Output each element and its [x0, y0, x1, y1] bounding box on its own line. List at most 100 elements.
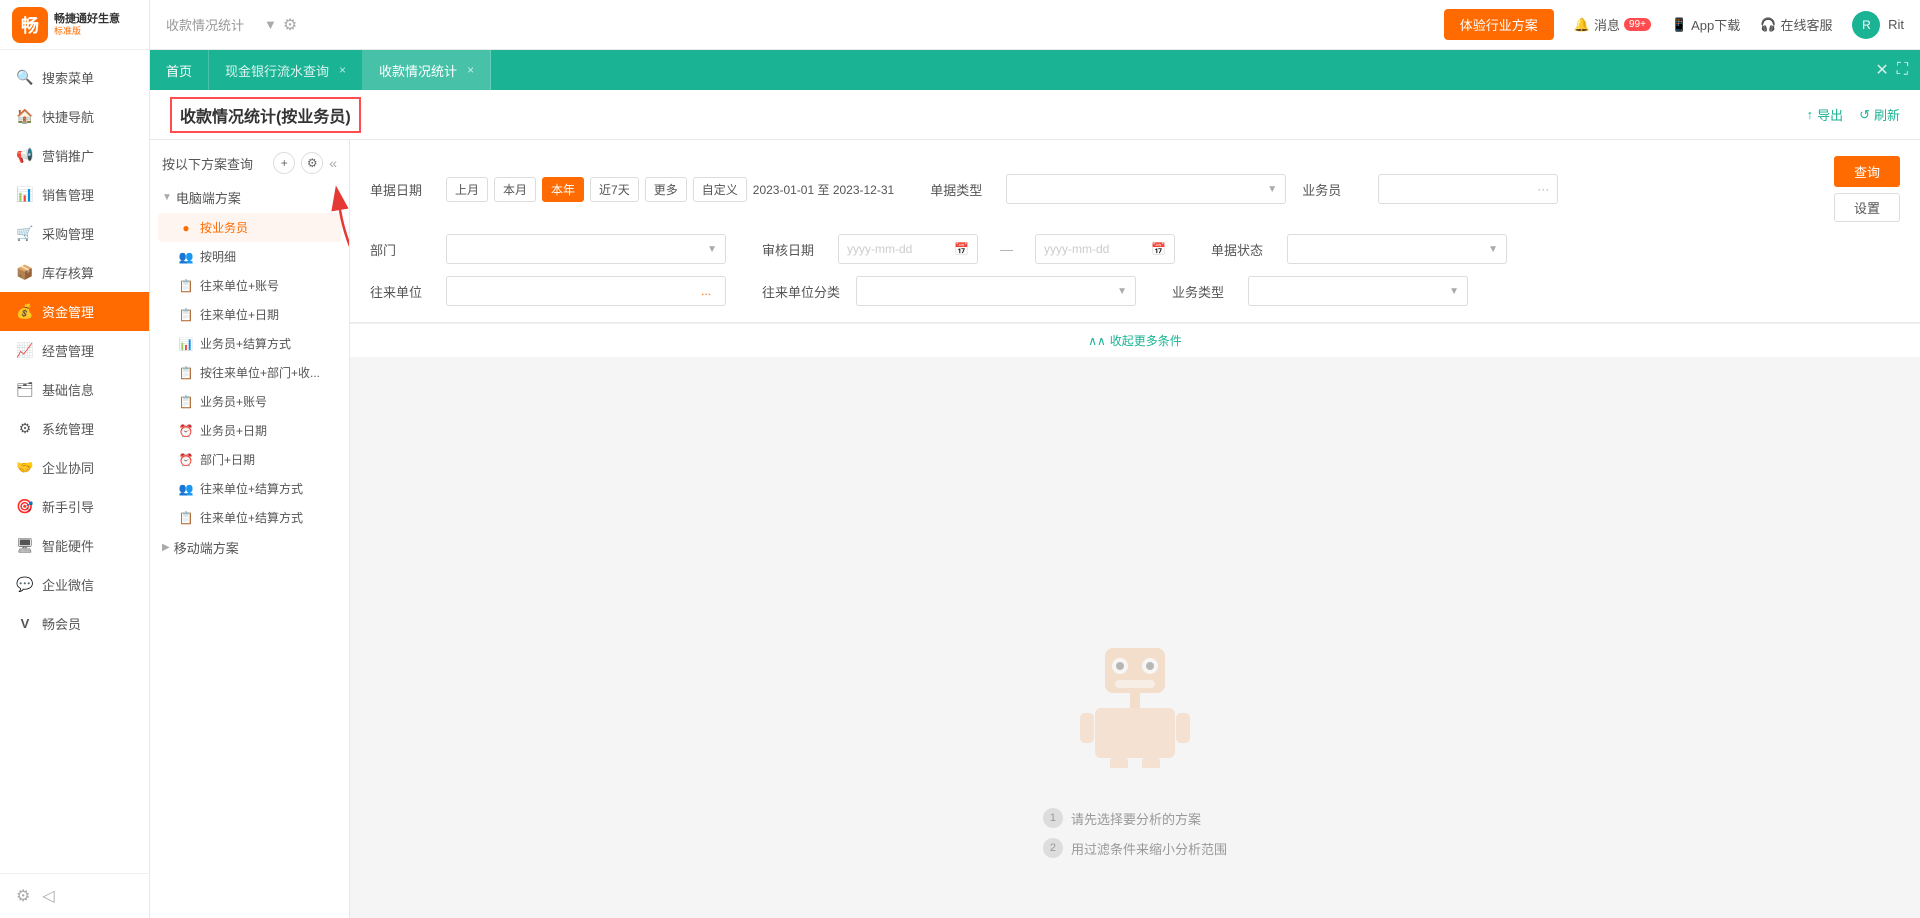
dept-arrow: ▼: [707, 244, 717, 255]
inventory-icon: 📦: [16, 264, 34, 282]
scheme-item-salesperson-settle[interactable]: 📊 业务员+结算方式: [158, 329, 341, 358]
sidebar-item-smart-hw[interactable]: 🖥 智能硬件: [0, 526, 149, 565]
export-btn[interactable]: ↑ 导出: [1807, 105, 1844, 124]
date-quick-buttons: 上月 本月 本年 近7天 更多 自定义 2023-01-01 至 2023-12…: [446, 177, 894, 202]
refresh-btn[interactable]: ↺ 刷新: [1859, 105, 1900, 124]
scheme-item-by-salesperson[interactable]: ● 按业务员: [158, 213, 341, 242]
query-btn[interactable]: 查询: [1834, 156, 1900, 187]
scheme-item-partner-settle1[interactable]: 👥 往来单位+结算方式: [158, 474, 341, 503]
partner-category-select[interactable]: ▼: [856, 276, 1136, 306]
scheme-settings-btn[interactable]: ⚙: [301, 152, 323, 174]
dept-select[interactable]: ▼: [446, 234, 726, 264]
sidebar-item-member[interactable]: V 畅会员: [0, 604, 149, 643]
user-avatar[interactable]: R Rit: [1852, 11, 1904, 39]
export-icon: ↑: [1807, 107, 1814, 122]
biz-type-select[interactable]: ▼: [1248, 276, 1468, 306]
tab-fullscreen-icon[interactable]: ⛶: [1897, 61, 1908, 79]
review-date-label: 审核日期: [762, 240, 822, 259]
sidebar-item-search-menu[interactable]: 🔍 搜索菜单: [0, 58, 149, 97]
sidebar-item-quick-nav[interactable]: 🏠 快捷导航: [0, 97, 149, 136]
page-title: 收款情况统计(按业务员): [170, 97, 361, 133]
setting-btn[interactable]: 设置: [1834, 193, 1900, 222]
desktop-group-header[interactable]: ▼ 电脑端方案: [158, 182, 341, 213]
scheme-item-dept-date[interactable]: ⏰ 部门+日期: [158, 445, 341, 474]
scheme-item-icon-sp-date: ⏰: [178, 423, 194, 439]
app-logo-icon: 畅: [12, 7, 48, 43]
review-date-end[interactable]: yyyy-mm-dd 📅: [1035, 234, 1175, 264]
mobile-group-header[interactable]: ▶ 移动端方案: [158, 532, 341, 563]
sidebar-item-enterprise[interactable]: 🤝 企业协同: [0, 448, 149, 487]
smart-hw-icon: 🖥: [16, 537, 34, 555]
sidebar-item-basic[interactable]: 🗂 基础信息: [0, 370, 149, 409]
scheme-item-icon-dept-date: ⏰: [178, 452, 194, 468]
scheme-item-icon-ps1: 👥: [178, 481, 194, 497]
partner-select[interactable]: ...: [446, 276, 726, 306]
doc-type-select[interactable]: ▼: [1006, 174, 1286, 204]
online-service-item[interactable]: 🎧 在线客服: [1760, 15, 1832, 34]
tab-bank-flow[interactable]: 现金银行流水查询 ×: [209, 50, 363, 90]
date-btn-last-month[interactable]: 上月: [446, 177, 488, 202]
sales-icon: 📊: [16, 186, 34, 204]
marketing-icon: 📢: [16, 147, 34, 165]
sidebar-item-system[interactable]: ⚙ 系统管理: [0, 409, 149, 448]
sidebar-item-finance[interactable]: 💰 资金管理: [0, 292, 149, 331]
settings-bottom-icon[interactable]: ⚙: [16, 886, 30, 906]
scheme-item-salesperson-account[interactable]: 📋 业务员+账号: [158, 387, 341, 416]
tab-close-all-icon[interactable]: ✕: [1875, 60, 1888, 80]
tab-bar-end: ✕ ⛶: [1875, 50, 1920, 90]
tab-collection-stat-close[interactable]: ×: [467, 63, 474, 77]
collapse-icon: ∧∧: [1088, 334, 1106, 348]
sidebar-item-purchase[interactable]: 🛒 采购管理: [0, 214, 149, 253]
salesperson-select[interactable]: ···: [1378, 174, 1558, 204]
filter-row-2: 部门 ▼ 审核日期 yyyy-mm-dd 📅 — yyyy-mm-dd: [370, 234, 1900, 264]
scheme-item-salesperson-date[interactable]: ⏰ 业务员+日期: [158, 416, 341, 445]
message-item[interactable]: 🔔 消息 99+: [1574, 15, 1651, 34]
scheme-panel: 按以下方案查询 + ⚙ « ▼ 电脑端方案: [150, 140, 350, 918]
date-btn-more[interactable]: 更多: [645, 177, 687, 202]
scheme-add-btn[interactable]: +: [273, 152, 295, 174]
app-download-item[interactable]: 📱 App下载: [1671, 15, 1740, 34]
filter-area: 单据日期 上月 本月 本年 近7天 更多 自定义 2023-01-01 至 20…: [350, 140, 1920, 323]
doc-status-select[interactable]: ▼: [1287, 234, 1507, 264]
filter-actions: 查询 设置: [1834, 156, 1900, 222]
header-gear-icon[interactable]: ⚙: [283, 15, 297, 35]
purchase-icon: 🛒: [16, 225, 34, 243]
empty-step-2: 2 用过滤条件来缩小分析范围: [1043, 838, 1227, 858]
tab-home[interactable]: 首页: [150, 50, 209, 90]
date-btn-custom[interactable]: 自定义: [693, 177, 747, 202]
step-num-2: 2: [1043, 838, 1063, 858]
tab-bank-flow-close[interactable]: ×: [339, 63, 346, 77]
date-btn-7days[interactable]: 近7天: [590, 177, 639, 202]
message-badge: 99+: [1624, 18, 1651, 31]
scheme-item-by-detail[interactable]: 👥 按明细: [158, 242, 341, 271]
scheme-collapse-btn[interactable]: «: [329, 155, 337, 171]
partner-more-icon[interactable]: ...: [701, 284, 711, 298]
sidebar-item-sales[interactable]: 📊 销售管理: [0, 175, 149, 214]
tab-collection-stat[interactable]: 收款情况统计 ×: [363, 50, 491, 90]
partner-label: 往来单位: [370, 282, 430, 301]
basic-icon: 🗂: [16, 381, 34, 399]
date-btn-this-month[interactable]: 本月: [494, 177, 536, 202]
desktop-group-arrow: ▼: [162, 192, 172, 203]
sidebar-item-marketing[interactable]: 📢 营销推广: [0, 136, 149, 175]
review-date-start[interactable]: yyyy-mm-dd 📅: [838, 234, 978, 264]
guide-icon: 🎯: [16, 498, 34, 516]
breadcrumb-dropdown-icon[interactable]: ▼: [264, 17, 277, 32]
header-breadcrumb: 收款情况统计: [166, 15, 244, 34]
biz-type-label: 业务类型: [1172, 282, 1232, 301]
scheme-item-partner-settle2[interactable]: 📋 往来单位+结算方式: [158, 503, 341, 532]
scheme-item-by-partner-dept[interactable]: 📋 按往来单位+部门+收...: [158, 358, 341, 387]
content-area: 按以下方案查询 + ⚙ « ▼ 电脑端方案: [150, 140, 1920, 918]
date-btn-this-year[interactable]: 本年: [542, 177, 584, 202]
collapse-bottom-icon[interactable]: ◁: [42, 886, 54, 906]
sidebar-item-operation[interactable]: 📈 经营管理: [0, 331, 149, 370]
sidebar-item-inventory[interactable]: 📦 库存核算: [0, 253, 149, 292]
collapse-bar[interactable]: ∧∧ 收起更多条件: [350, 323, 1920, 357]
scheme-item-partner-date[interactable]: 📋 往来单位+日期: [158, 300, 341, 329]
sidebar-item-guide[interactable]: 🎯 新手引导: [0, 487, 149, 526]
sidebar-item-wechat[interactable]: 💬 企业微信: [0, 565, 149, 604]
header-actions: 体验行业方案 🔔 消息 99+ 📱 App下载 🎧 在线客服 R Rit: [1444, 9, 1904, 40]
scheme-item-partner-account[interactable]: 📋 往来单位+账号: [158, 271, 341, 300]
settings-icon: ⚙: [307, 156, 318, 170]
trial-btn[interactable]: 体验行业方案: [1444, 9, 1554, 40]
